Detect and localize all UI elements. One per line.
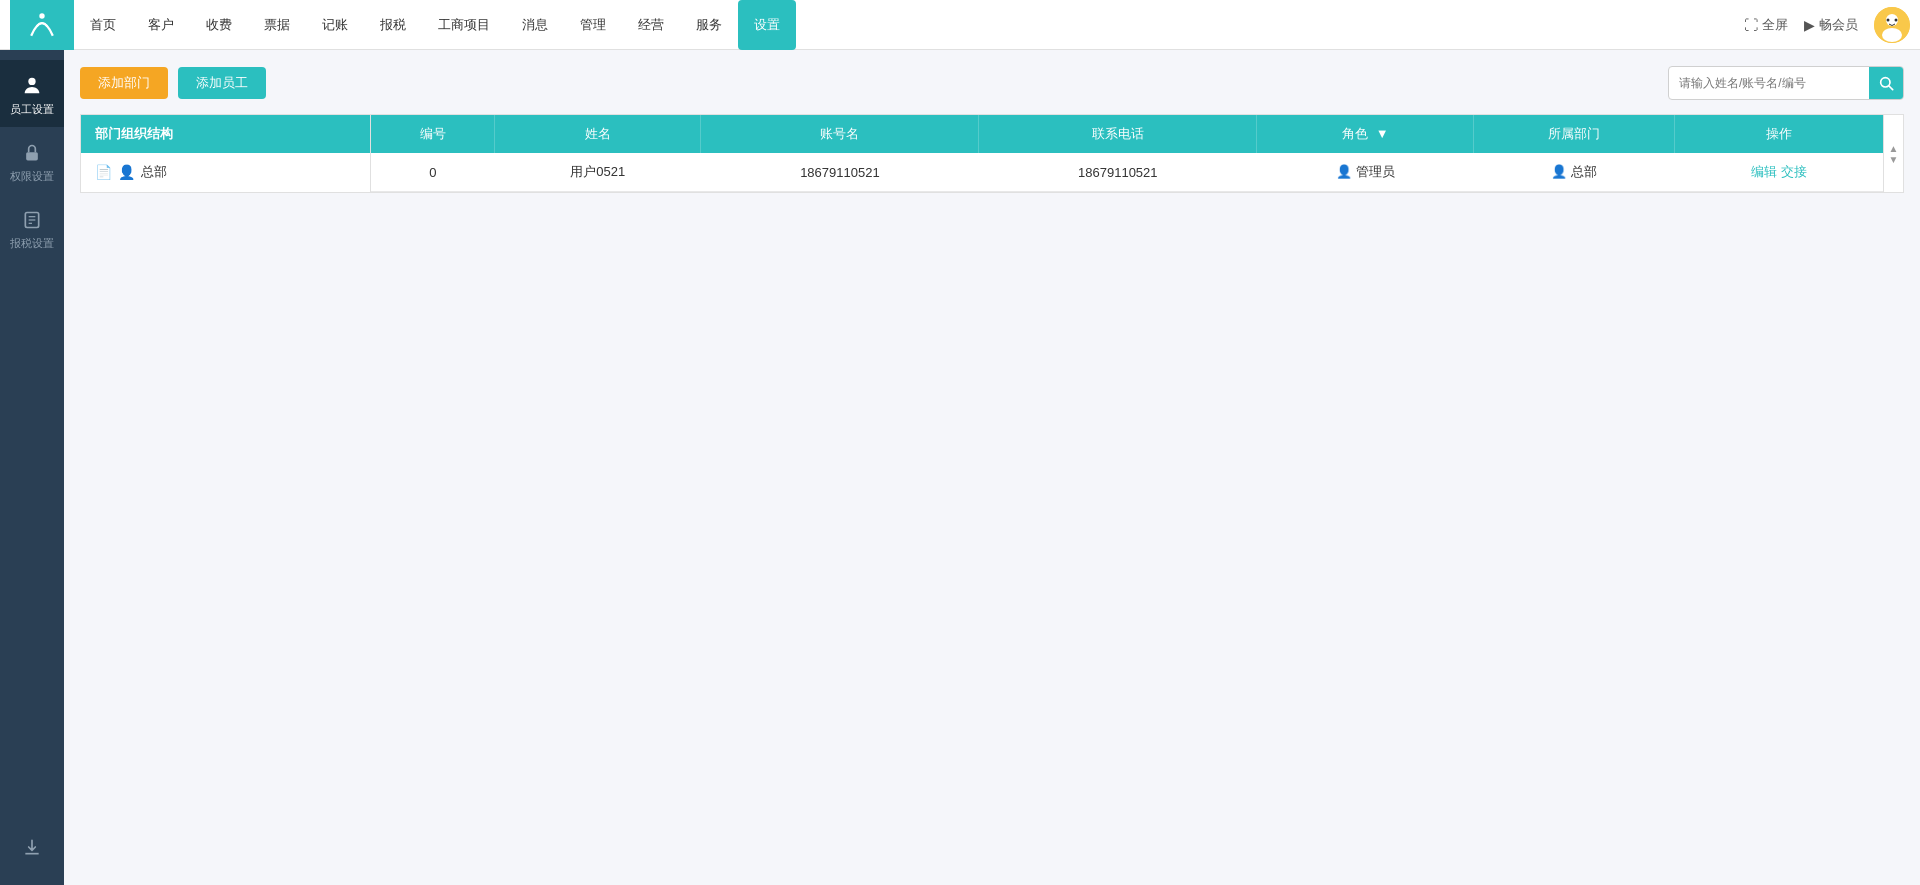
- svg-rect-7: [26, 152, 38, 160]
- cell-name: 用户0521: [495, 153, 701, 192]
- cell-role: 👤 管理员: [1257, 153, 1474, 192]
- file-icon: 📄: [95, 164, 112, 180]
- sidebar-item-employee[interactable]: 员工设置: [0, 60, 64, 127]
- sidebar-item-tax-settings-label: 报税设置: [10, 236, 54, 251]
- fullscreen-button[interactable]: ⛶ 全屏: [1744, 16, 1788, 34]
- report-icon: [20, 208, 44, 232]
- dept-tree-header: 部门组织结构: [81, 115, 370, 153]
- table-header-row: 编号 姓名 账号名 联系电话 角色 ▼ 所属部门 操作: [371, 115, 1883, 153]
- svg-line-14: [1889, 86, 1893, 90]
- col-phone: 联系电话: [979, 115, 1257, 153]
- svg-point-0: [39, 13, 44, 18]
- download-icon: [20, 835, 44, 859]
- person-icon-yellow: 👤: [118, 164, 135, 180]
- nav-item-operation[interactable]: 经营: [622, 0, 680, 50]
- employee-table: 编号 姓名 账号名 联系电话 角色 ▼ 所属部门 操作: [371, 115, 1883, 192]
- nav-logo: [10, 0, 74, 50]
- nav-item-message[interactable]: 消息: [506, 0, 564, 50]
- fullscreen-label: 全屏: [1762, 16, 1788, 34]
- col-role: 角色 ▼: [1257, 115, 1474, 153]
- dept-name: 总部: [141, 163, 167, 181]
- col-name: 姓名: [495, 115, 701, 153]
- scroll-down-icon[interactable]: ▼: [1889, 154, 1899, 165]
- col-dept: 所属部门: [1474, 115, 1675, 153]
- fullscreen-icon: ⛶: [1744, 17, 1758, 33]
- filter-icon[interactable]: ▼: [1376, 126, 1389, 141]
- toolbar: 添加部门 添加员工: [80, 66, 1904, 100]
- sidebar-item-permission[interactable]: 权限设置: [0, 127, 64, 194]
- table-row: 0 用户0521 18679110521 18679110521 👤 管理员 👤…: [371, 153, 1883, 192]
- sidebar-item-permission-label: 权限设置: [10, 169, 54, 184]
- sidebar-item-download[interactable]: [20, 821, 44, 869]
- person-icon: [20, 74, 44, 98]
- cell-account: 18679110521: [701, 153, 979, 192]
- nav-item-tax[interactable]: 报税: [364, 0, 422, 50]
- nav-item-service[interactable]: 服务: [680, 0, 738, 50]
- scroll-arrows[interactable]: ▲ ▼: [1883, 115, 1903, 192]
- nav-right: ⛶ 全屏 ▶ 畅会员: [1744, 7, 1910, 43]
- emp-table: 编号 姓名 账号名 联系电话 角色 ▼ 所属部门 操作: [371, 115, 1883, 192]
- nav-item-manage[interactable]: 管理: [564, 0, 622, 50]
- nav-item-bookkeeping[interactable]: 记账: [306, 0, 364, 50]
- employee-area: 部门组织结构 📄 👤 总部 编号 姓名 账号名 联系电话: [80, 114, 1904, 193]
- action-btn-0[interactable]: 编辑: [1751, 163, 1777, 181]
- col-action: 操作: [1675, 115, 1883, 153]
- nav-item-business[interactable]: 工商项目: [422, 0, 506, 50]
- search-input[interactable]: [1669, 70, 1869, 96]
- search-box: [1668, 66, 1904, 100]
- svg-point-6: [28, 78, 35, 85]
- cell-actions: 编辑 交接: [1675, 153, 1883, 192]
- nav-item-ticket[interactable]: 票据: [248, 0, 306, 50]
- svg-point-5: [1895, 18, 1898, 21]
- scroll-up-icon[interactable]: ▲: [1889, 143, 1899, 154]
- add-emp-button[interactable]: 添加员工: [178, 67, 266, 99]
- sidebar-bottom: [20, 821, 44, 885]
- avatar[interactable]: [1874, 7, 1910, 43]
- nav-items: 首页 客户 收费 票据 记账 报税 工商项目 消息 管理 经营 服务 设置: [74, 0, 1744, 50]
- dept-tree: 部门组织结构 📄 👤 总部: [81, 115, 371, 192]
- cell-id: 0: [371, 153, 495, 192]
- vip-label: 畅会员: [1819, 16, 1858, 34]
- dept-tree-item-general[interactable]: 📄 👤 总部: [81, 153, 370, 191]
- col-account: 账号名: [701, 115, 979, 153]
- lock-icon: [20, 141, 44, 165]
- nav-item-charge[interactable]: 收费: [190, 0, 248, 50]
- svg-point-4: [1887, 18, 1890, 21]
- col-id: 编号: [371, 115, 495, 153]
- cell-dept: 👤 总部: [1474, 153, 1675, 192]
- sidebar-item-employee-label: 员工设置: [10, 102, 54, 117]
- top-nav: 首页 客户 收费 票据 记账 报税 工商项目 消息 管理 经营 服务 设置 ⛶ …: [0, 0, 1920, 50]
- action-btn-1[interactable]: 交接: [1781, 163, 1807, 181]
- search-button[interactable]: [1869, 67, 1903, 99]
- main-layout: 员工设置 权限设置 报税设置: [0, 50, 1920, 885]
- sidebar-item-tax-settings[interactable]: 报税设置: [0, 194, 64, 261]
- add-dept-button[interactable]: 添加部门: [80, 67, 168, 99]
- vip-icon: ▶: [1804, 17, 1815, 33]
- nav-item-settings[interactable]: 设置: [738, 0, 796, 50]
- cell-phone: 18679110521: [979, 153, 1257, 192]
- svg-point-3: [1882, 28, 1902, 42]
- vip-button[interactable]: ▶ 畅会员: [1804, 16, 1858, 34]
- content-area: 添加部门 添加员工 部门组织结构 📄 👤 总部: [64, 50, 1920, 885]
- sidebar: 员工设置 权限设置 报税设置: [0, 50, 64, 885]
- nav-item-home[interactable]: 首页: [74, 0, 132, 50]
- nav-item-customer[interactable]: 客户: [132, 0, 190, 50]
